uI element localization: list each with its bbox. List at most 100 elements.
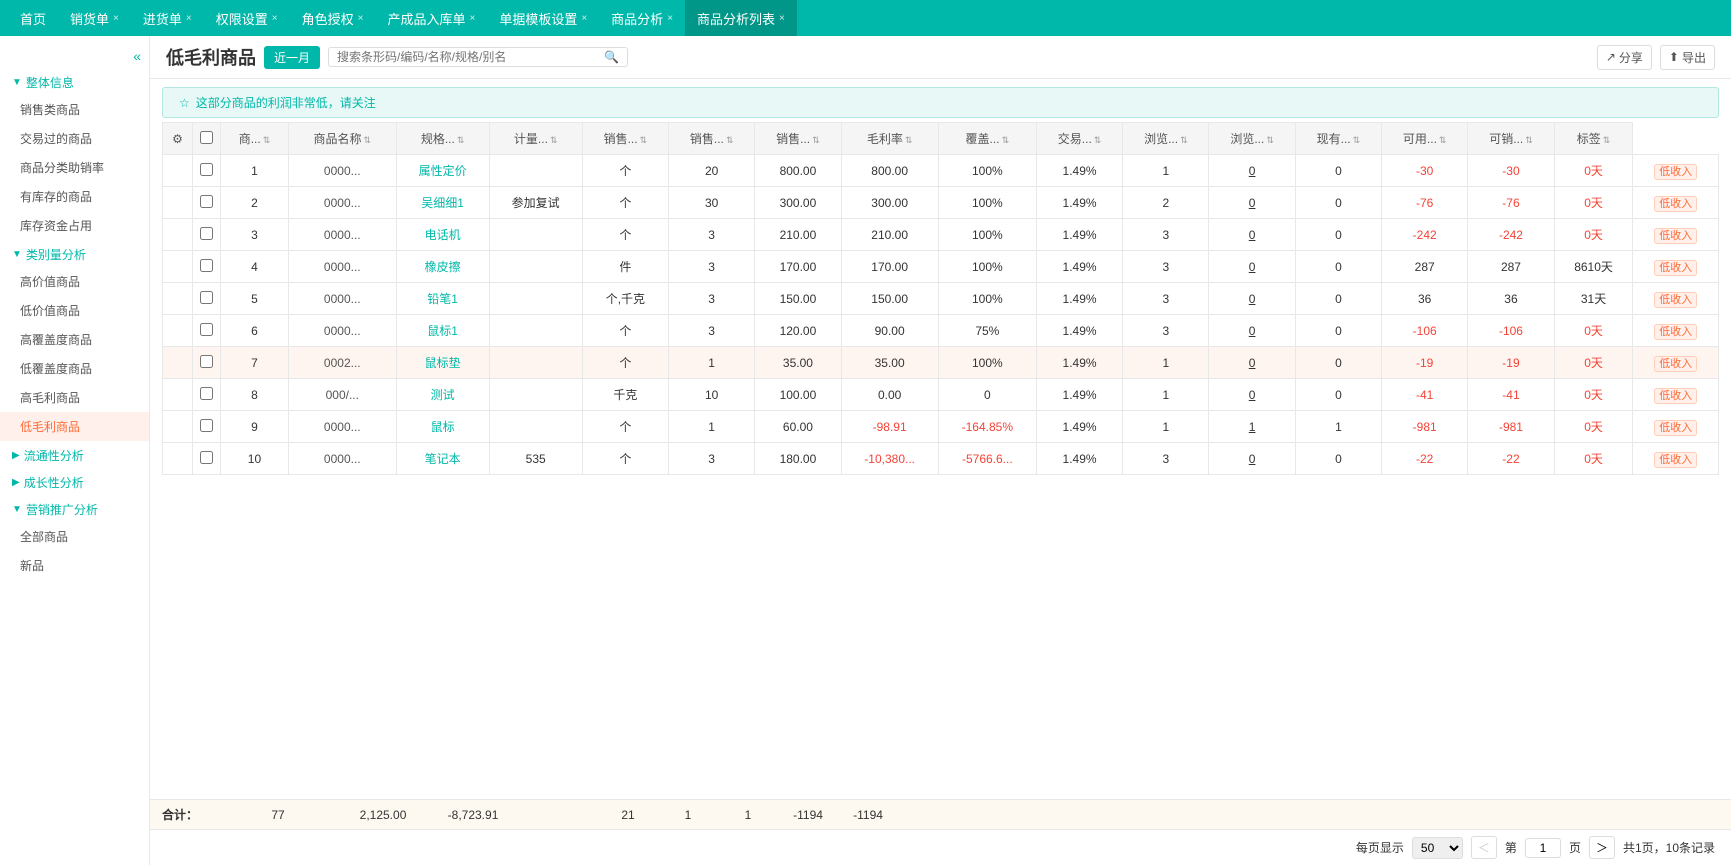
col-code[interactable]: 商...⇅ [221, 123, 289, 155]
select-all-checkbox[interactable] [200, 131, 213, 144]
sidebar-group-marketing[interactable]: ▼ 营销推广分析 [0, 495, 149, 522]
nav-item-home[interactable]: 首页 [8, 0, 58, 36]
col-qty[interactable]: 销售...⇅ [582, 123, 668, 155]
row-name[interactable]: 测试 [396, 379, 489, 411]
row-gear[interactable] [163, 315, 193, 347]
row-checkbox[interactable] [193, 315, 221, 347]
row-name[interactable]: 吴细细1 [396, 187, 489, 219]
sidebar-item-traded-goods[interactable]: 交易过的商品 [0, 124, 149, 153]
next-page-btn[interactable]: ＞ [1589, 836, 1615, 859]
sidebar-item-high-coverage[interactable]: 高覆盖度商品 [0, 325, 149, 354]
nav-close-template[interactable]: × [581, 13, 587, 24]
col-unit[interactable]: 计量...⇅ [489, 123, 582, 155]
export-btn[interactable]: ⬆ 导出 [1660, 45, 1715, 70]
search-input[interactable] [337, 50, 604, 64]
sidebar-item-all-goods[interactable]: 全部商品 [0, 522, 149, 551]
col-name[interactable]: 商品名称⇅ [288, 123, 396, 155]
row-views1[interactable]: 0 [1209, 219, 1295, 251]
nav-close-sales[interactable]: × [113, 13, 119, 24]
row-views1[interactable]: 0 [1209, 283, 1295, 315]
col-gear[interactable]: ⚙ [163, 123, 193, 155]
row-checkbox[interactable] [193, 379, 221, 411]
sidebar-group-category[interactable]: ▼ 类别量分析 [0, 240, 149, 267]
row-gear[interactable] [163, 251, 193, 283]
col-views2[interactable]: 浏览...⇅ [1209, 123, 1295, 155]
per-page-select[interactable]: 50 100 200 [1412, 837, 1463, 859]
nav-item-template[interactable]: 单据模板设置 × [487, 0, 599, 36]
row-views1[interactable]: 0 [1209, 347, 1295, 379]
sidebar-item-low-value[interactable]: 低价值商品 [0, 296, 149, 325]
nav-close-roles[interactable]: × [358, 13, 364, 24]
col-coverage[interactable]: 覆盖...⇅ [938, 123, 1036, 155]
sidebar-item-category-rate[interactable]: 商品分类助销率 [0, 153, 149, 182]
row-name[interactable]: 橡皮擦 [396, 251, 489, 283]
row-views1[interactable]: 0 [1209, 155, 1295, 187]
row-gear[interactable] [163, 187, 193, 219]
col-margin[interactable]: 毛利率⇅ [841, 123, 938, 155]
sidebar-group-growth[interactable]: ▶ 成长性分析 [0, 468, 149, 495]
nav-item-sales[interactable]: 销货单 × [58, 0, 131, 36]
row-checkbox[interactable] [193, 283, 221, 315]
col-saleable[interactable]: 可销...⇅ [1468, 123, 1554, 155]
nav-close-analysis-list[interactable]: × [779, 13, 785, 24]
sidebar-item-sales-goods[interactable]: 销售类商品 [0, 95, 149, 124]
nav-close-purchase[interactable]: × [186, 13, 192, 24]
nav-item-permissions[interactable]: 权限设置 × [204, 0, 290, 36]
search-icon[interactable]: 🔍 [604, 50, 619, 64]
sidebar-item-low-margin[interactable]: 低毛利商品 [0, 412, 149, 441]
nav-close-permissions[interactable]: × [272, 13, 278, 24]
row-views1[interactable]: 0 [1209, 315, 1295, 347]
sidebar-item-new-goods[interactable]: 新品 [0, 551, 149, 580]
row-checkbox[interactable] [193, 443, 221, 475]
row-name[interactable]: 属性定价 [396, 155, 489, 187]
row-gear[interactable] [163, 155, 193, 187]
row-checkbox[interactable] [193, 411, 221, 443]
row-views1[interactable]: 0 [1209, 187, 1295, 219]
nav-item-analysis-list[interactable]: 商品分析列表 × [685, 0, 797, 36]
row-gear[interactable] [163, 443, 193, 475]
row-gear[interactable] [163, 347, 193, 379]
col-trades[interactable]: 交易...⇅ [1036, 123, 1122, 155]
row-checkbox[interactable] [193, 187, 221, 219]
row-name[interactable]: 铅笔1 [396, 283, 489, 315]
col-spec[interactable]: 规格...⇅ [396, 123, 489, 155]
col-tag[interactable]: 标签⇅ [1554, 123, 1633, 155]
row-checkbox[interactable] [193, 251, 221, 283]
sidebar-group-flow[interactable]: ▶ 流通性分析 [0, 441, 149, 468]
col-checkbox[interactable] [193, 123, 221, 155]
row-name[interactable]: 笔记本 [396, 443, 489, 475]
prev-page-btn[interactable]: ＜ [1471, 836, 1497, 859]
nav-close-analysis[interactable]: × [667, 13, 673, 24]
col-available[interactable]: 可用...⇅ [1382, 123, 1468, 155]
nav-item-analysis[interactable]: 商品分析 × [599, 0, 685, 36]
current-page-input[interactable] [1525, 838, 1561, 858]
col-current[interactable]: 现有...⇅ [1295, 123, 1381, 155]
row-views1[interactable]: 1 [1209, 411, 1295, 443]
filter-month-btn[interactable]: 近一月 [264, 46, 320, 69]
row-name[interactable]: 鼠标1 [396, 315, 489, 347]
sidebar-item-high-margin[interactable]: 高毛利商品 [0, 383, 149, 412]
sidebar-item-low-coverage[interactable]: 低覆盖度商品 [0, 354, 149, 383]
col-amount[interactable]: 销售...⇅ [669, 123, 755, 155]
nav-close-products[interactable]: × [469, 13, 475, 24]
share-btn[interactable]: ↗ 分享 [1597, 45, 1652, 70]
sidebar-item-high-value[interactable]: 高价值商品 [0, 267, 149, 296]
row-gear[interactable] [163, 411, 193, 443]
nav-item-products[interactable]: 产成品入库单 × [375, 0, 487, 36]
row-name[interactable]: 鼠标垫 [396, 347, 489, 379]
row-views1[interactable]: 0 [1209, 251, 1295, 283]
nav-item-roles[interactable]: 角色授权 × [290, 0, 376, 36]
row-checkbox[interactable] [193, 155, 221, 187]
sidebar-item-capital[interactable]: 库存资金占用 [0, 211, 149, 240]
row-checkbox[interactable] [193, 219, 221, 251]
sidebar-item-inventory-goods[interactable]: 有库存的商品 [0, 182, 149, 211]
row-views1[interactable]: 0 [1209, 379, 1295, 411]
nav-item-purchase[interactable]: 进货单 × [131, 0, 204, 36]
row-gear[interactable] [163, 219, 193, 251]
row-gear[interactable] [163, 379, 193, 411]
row-checkbox[interactable] [193, 347, 221, 379]
row-views1[interactable]: 0 [1209, 443, 1295, 475]
row-name[interactable]: 电话机 [396, 219, 489, 251]
col-views1[interactable]: 浏览...⇅ [1123, 123, 1209, 155]
row-gear[interactable] [163, 283, 193, 315]
